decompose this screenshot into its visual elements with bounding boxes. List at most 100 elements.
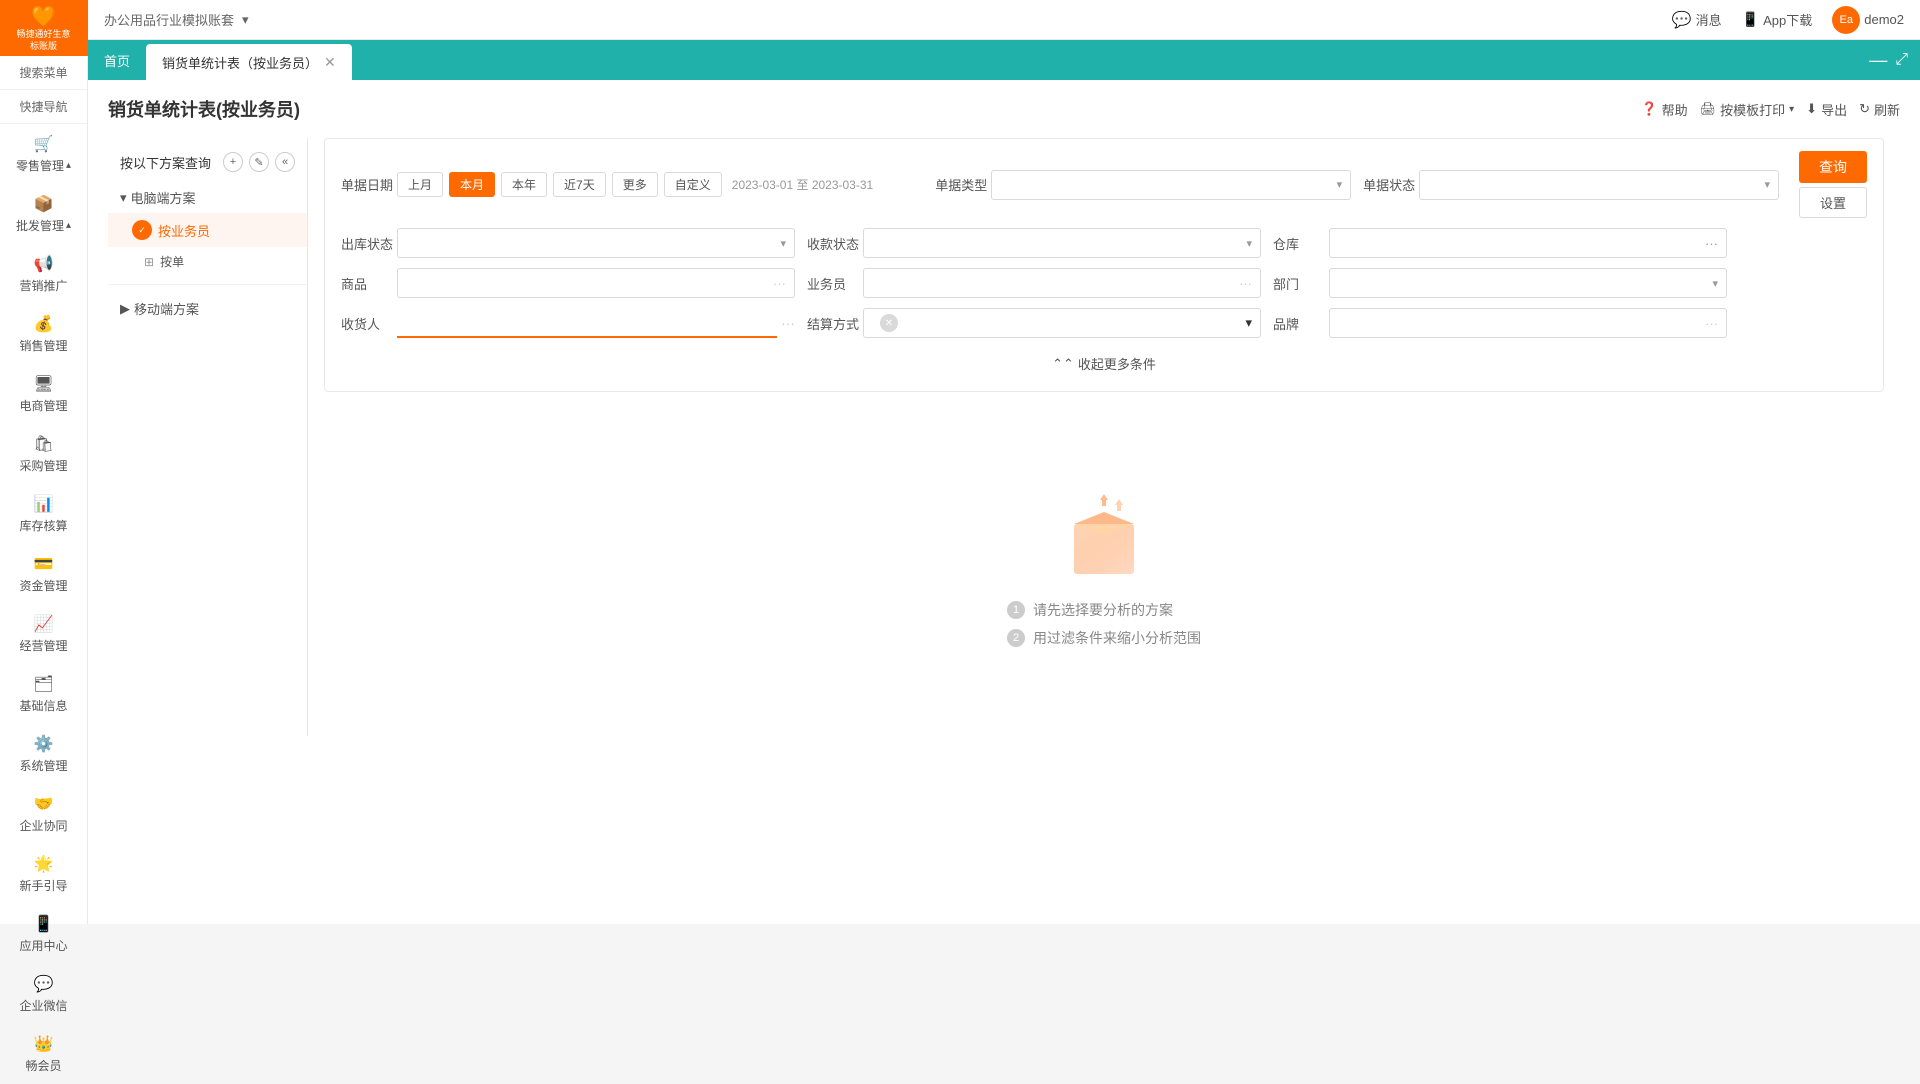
filter-row-4: 收货人 ··· 结算方式 ✕ ▾ <box>341 308 1867 338</box>
collapse-btn[interactable]: ⌃⌃ 收起更多条件 <box>1052 354 1156 373</box>
sidebar-item-marketing[interactable]: 📢 营销推广 <box>0 244 87 304</box>
scheme-edit-btn[interactable]: ✎ <box>249 152 269 172</box>
action-buttons: 查询 设置 <box>1799 151 1867 218</box>
scheme-add-btn[interactable]: + <box>223 152 243 172</box>
date-this-month-btn[interactable]: 本月 <box>449 172 495 197</box>
filter-receiver-label: 收货人 <box>341 314 397 333</box>
scheme-item-salesperson-label: 按业务员 <box>158 221 210 240</box>
breadcrumb-arrow[interactable]: ▾ <box>242 12 249 28</box>
empty-state: 1 请先选择要分析的方案 2 用过滤条件来缩小分析范围 <box>324 404 1884 736</box>
date-custom-btn[interactable]: 自定义 <box>664 172 722 197</box>
sidebar-item-retail[interactable]: 🛒 零售管理 ▴ <box>0 124 87 184</box>
mobile-scheme-section: ▶ 移动端方案 <box>108 289 307 328</box>
sidebar-item-inventory[interactable]: 📊 库存核算 <box>0 484 87 544</box>
mobile-scheme-header[interactable]: ▶ 移动端方案 <box>108 293 307 324</box>
header-right: 💬 消息 📱 App下载 Ea demo2 <box>1672 6 1904 34</box>
system-icon: ⚙️ <box>34 734 54 754</box>
sidebar-item-wholesale[interactable]: 📦 批发管理 ▴ <box>0 184 87 244</box>
filter-receiver-input[interactable] <box>397 308 777 338</box>
page-title-row: 销货单统计表(按业务员) ❓ 帮助 🖨 按模板打印 ▾ ⬇ 导出 <box>108 96 1900 122</box>
newbie-icon: 🌟 <box>34 854 54 874</box>
sidebar-item-finance-label: 资金管理 <box>19 577 67 594</box>
date-last-month-btn[interactable]: 上月 <box>397 172 443 197</box>
filter-collection-label: 收款状态 <box>807 234 863 253</box>
sidebar-item-inventory-label: 库存核算 <box>19 517 67 534</box>
sidebar-item-appcenter[interactable]: 📱 应用中心 <box>0 904 87 964</box>
logo-text: 畅捷通好生意 <box>16 29 70 40</box>
message-btn[interactable]: 💬 消息 <box>1672 10 1722 30</box>
quick-nav-item[interactable]: 快捷导航 <box>0 90 87 124</box>
sidebar-retail-arrow: ▴ <box>66 160 71 171</box>
step2-text: 用过滤条件来缩小分析范围 <box>1033 628 1201 648</box>
template-print-arrow: ▾ <box>1789 104 1794 115</box>
tab-maximize-btn[interactable]: ⤢ <box>1895 51 1908 69</box>
query-btn[interactable]: 查询 <box>1799 151 1867 183</box>
wechat-icon: 💬 <box>34 974 54 994</box>
filter-settlement-select[interactable]: ✕ ▾ <box>863 308 1261 338</box>
sidebar-item-system[interactable]: ⚙️ 系统管理 <box>0 724 87 784</box>
filter-department-select[interactable]: ▾ <box>1329 268 1727 298</box>
filter-field-settlement: 结算方式 ✕ ▾ <box>807 308 1261 338</box>
tab-minimize-btn[interactable]: — <box>1869 50 1887 71</box>
collapse-label: 收起更多条件 <box>1078 354 1156 373</box>
filter-warehouse-select[interactable]: ··· <box>1329 228 1727 258</box>
collapse-up-icon: ⌃⌃ <box>1052 356 1074 372</box>
receiver-dots-icon[interactable]: ··· <box>781 315 795 331</box>
base-icon: 🗂 <box>33 674 53 694</box>
sidebar-item-member[interactable]: 👑 畅会员 <box>0 1024 87 1084</box>
search-menu-item[interactable]: 搜索菜单 <box>0 56 87 90</box>
sidebar-item-cooperation[interactable]: 🤝 企业协同 <box>0 784 87 844</box>
filter-field-goods: 商品 ··· <box>341 268 795 298</box>
sidebar-item-newbie[interactable]: 🌟 新手引导 <box>0 844 87 904</box>
app-download-btn[interactable]: 📱 App下载 <box>1742 10 1813 29</box>
export-label: 导出 <box>1821 100 1847 119</box>
sidebar-item-finance[interactable]: 💳 资金管理 <box>0 544 87 604</box>
sidebar-item-wechat[interactable]: 💬 企业微信 <box>0 964 87 1024</box>
sidebar-item-base[interactable]: 🗂 基础信息 <box>0 664 87 724</box>
date-more-btn[interactable]: 更多 <box>612 172 658 197</box>
desktop-scheme-header[interactable]: ▾ 电脑端方案 <box>108 182 307 213</box>
salesperson-icon-inner: ✓ <box>138 225 146 236</box>
refresh-btn[interactable]: ↻ 刷新 <box>1859 100 1900 119</box>
filter-salesperson-select[interactable]: ··· <box>863 268 1261 298</box>
wholesale-icon: 📦 <box>34 194 54 214</box>
filter-docstatus-select[interactable]: ▾ <box>1419 170 1779 200</box>
scheme-collapse-btn[interactable]: « <box>275 152 295 172</box>
tab-home[interactable]: 首页 <box>88 40 146 80</box>
empty-step-2: 2 用过滤条件来缩小分析范围 <box>1007 628 1201 648</box>
date-this-year-btn[interactable]: 本年 <box>501 172 547 197</box>
user-profile[interactable]: Ea demo2 <box>1832 6 1904 34</box>
finance-icon: 💳 <box>34 554 54 574</box>
sidebar-item-cooperation-label: 企业协同 <box>19 817 67 834</box>
scheme-sub-item-order-label: 按单 <box>160 253 184 270</box>
tab-sales-stat[interactable]: 销货单统计表（按业务员） ✕ <box>146 44 352 80</box>
help-btn[interactable]: ❓ 帮助 <box>1641 100 1687 119</box>
export-btn[interactable]: ⬇ 导出 <box>1806 100 1847 119</box>
scheme-sub-item-order[interactable]: ⊞ 按单 <box>108 247 307 276</box>
sidebar-item-base-label: 基础信息 <box>19 697 67 714</box>
sidebar-item-purchase[interactable]: 🛍 采购管理 <box>0 424 87 484</box>
settings-btn[interactable]: 设置 <box>1799 187 1867 218</box>
filter-outstatus-select[interactable]: ▾ <box>397 228 795 258</box>
filter-field-brand: 品牌 ··· <box>1273 308 1727 338</box>
filter-collection-select[interactable]: ▾ <box>863 228 1261 258</box>
settlement-clear-btn[interactable]: ✕ <box>880 314 898 332</box>
empty-state-icon <box>1054 484 1154 584</box>
step2-num: 2 <box>1007 629 1025 647</box>
filter-goods-select[interactable]: ··· <box>397 268 795 298</box>
tab-close-icon[interactable]: ✕ <box>324 54 336 71</box>
message-icon: 💬 <box>1672 10 1692 30</box>
filter-brand-select[interactable]: ··· <box>1329 308 1727 338</box>
scheme-item-salesperson[interactable]: ✓ 按业务员 <box>108 213 307 247</box>
template-print-btn[interactable]: 🖨 按模板打印 ▾ <box>1700 100 1795 119</box>
collapse-row: ⌃⌃ 收起更多条件 <box>341 348 1867 379</box>
filter-doctype-select[interactable]: ▾ <box>991 170 1351 200</box>
sidebar-item-sales[interactable]: 💰 销售管理 <box>0 304 87 364</box>
desktop-scheme-label: 电脑端方案 <box>131 188 196 207</box>
date-last7-btn[interactable]: 近7天 <box>553 172 606 197</box>
retail-icon: 🛒 <box>34 134 54 154</box>
sidebar-item-newbie-label: 新手引导 <box>19 877 67 894</box>
sidebar-item-ecommerce[interactable]: 🖥 电商管理 <box>0 364 87 424</box>
sidebar-item-operations[interactable]: 📈 经营管理 <box>0 604 87 664</box>
scheme-header: 按以下方案查询 + ✎ « <box>108 146 307 178</box>
